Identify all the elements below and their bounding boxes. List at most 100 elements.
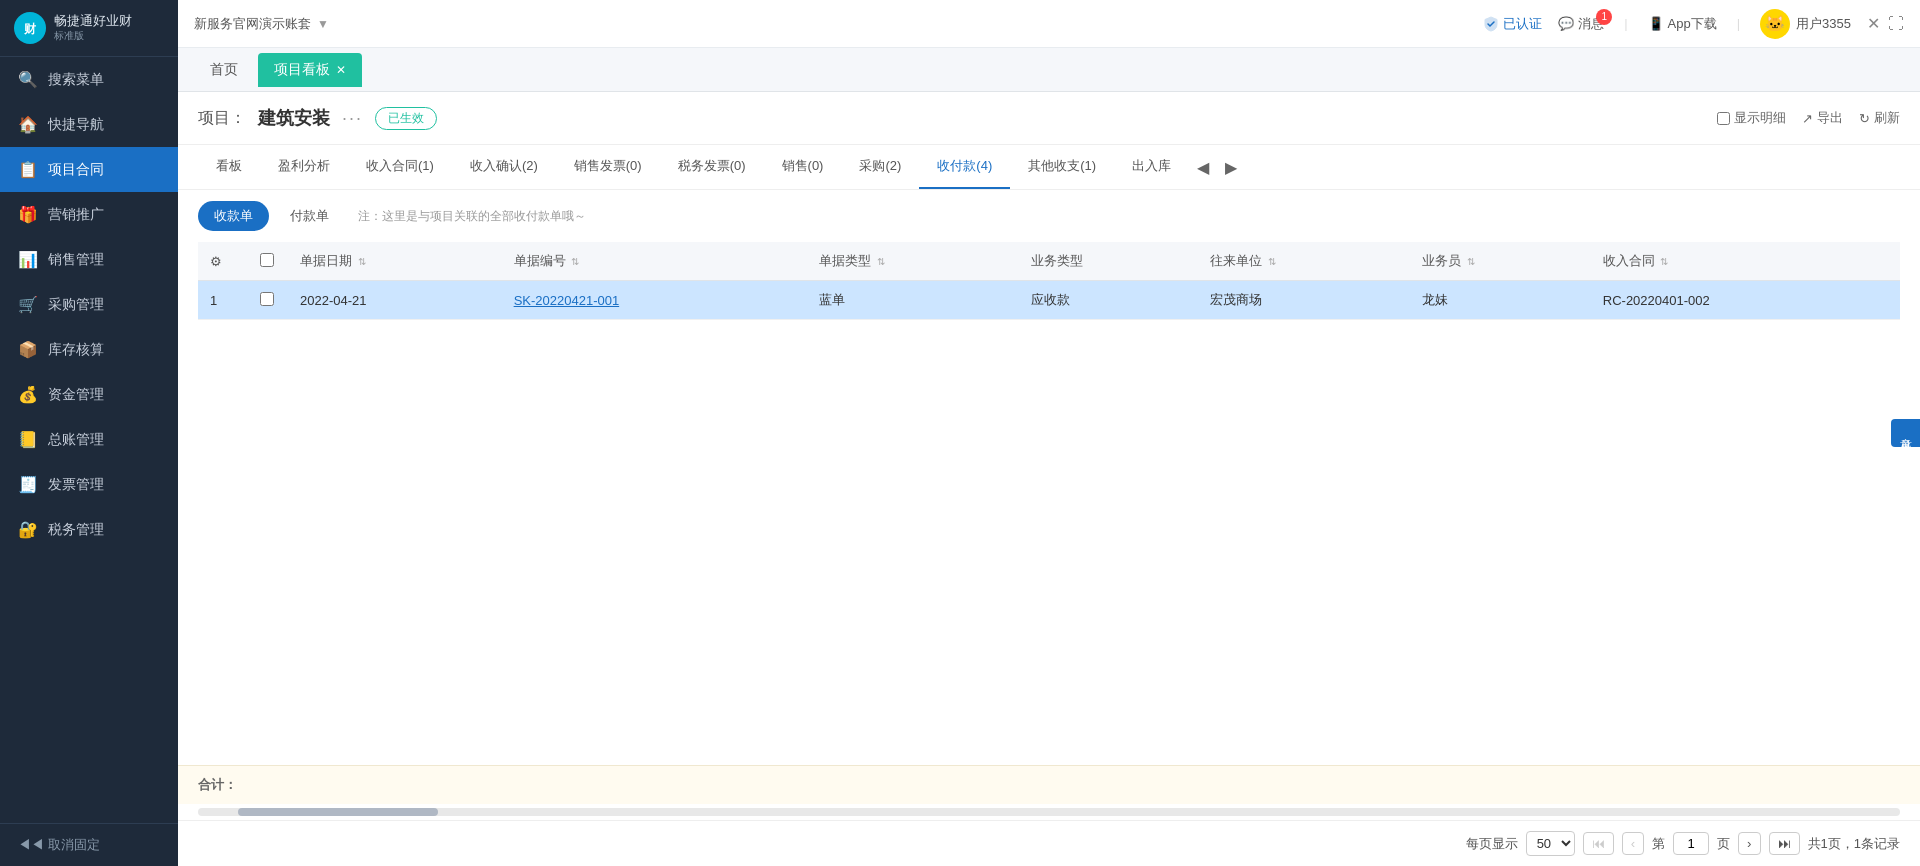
tax-icon: 🔐 [18,520,38,539]
unpin-button[interactable]: ◀◀ 取消固定 [0,823,178,866]
last-page-button[interactable]: ⏭ [1769,832,1800,855]
content-area: 项目： 建筑安装 ··· 已生效 显示明细 ↗ 导出 ↻ 刷新 [178,92,1920,866]
close-button[interactable]: ✕ [1867,14,1880,33]
subnav-income-contract[interactable]: 收入合同(1) [348,145,452,189]
topbar-project[interactable]: 新服务官网演示账套 ▼ [194,15,1467,33]
subnav-purchase[interactable]: 采购(2) [841,145,919,189]
sidebar-item-marketing[interactable]: 🎁 营销推广 [0,192,178,237]
gear-icon[interactable]: ⚙ [210,254,222,269]
sidebar-item-invoice[interactable]: 🧾 发票管理 [0,462,178,507]
show-detail-input[interactable] [1717,112,1730,125]
prev-page-icon: ‹ [1631,836,1635,851]
gift-icon: 🎁 [18,205,38,224]
th-type[interactable]: 单据类型 ⇅ [807,242,1019,281]
subnav-in-out[interactable]: 出入库 [1114,145,1189,189]
select-all-checkbox[interactable] [260,253,274,267]
subnav-next-button[interactable]: ▶ [1217,150,1245,185]
scrollbar-thumb[interactable] [238,808,438,816]
sidebar-item-ledger[interactable]: 📒 总账管理 [0,417,178,462]
pagination-summary: 共1页，1条记录 [1808,835,1900,853]
sidebar-item-quicknav[interactable]: 🏠 快捷导航 [0,102,178,147]
more-options-button[interactable]: ··· [342,108,363,129]
subnav-other-income[interactable]: 其他收支(1) [1010,145,1114,189]
sidebar-item-contract[interactable]: 📋 项目合同 [0,147,178,192]
expand-button[interactable]: ⛶ [1888,15,1904,33]
subnav-kanban[interactable]: 看板 [198,145,260,189]
table-footer: 合计： [178,765,1920,804]
tab-close-icon[interactable]: ✕ [336,63,346,77]
data-table: ⚙ 单据日期 ⇅ 单据编号 ⇅ [198,242,1900,320]
th-partner[interactable]: 往来单位 ⇅ [1198,242,1410,281]
first-page-button[interactable]: ⏮ [1583,832,1614,855]
sidebar-menu: 🔍 搜索菜单 🏠 快捷导航 📋 项目合同 🎁 营销推广 📊 销售管理 🛒 采购管… [0,57,178,823]
document-number-link[interactable]: SK-20220421-001 [514,293,620,308]
first-page-icon: ⏮ [1592,836,1605,851]
subnav-income-confirm[interactable]: 收入确认(2) [452,145,556,189]
topbar-right: 💬 消息 1 | 📱 App下载 | 🐱 用户3355 [1558,9,1851,39]
sidebar-item-label: 资金管理 [48,386,104,404]
sidebar-item-search[interactable]: 🔍 搜索菜单 [0,57,178,102]
app-download-button[interactable]: 📱 App下载 [1648,15,1717,33]
next-page-button[interactable]: › [1738,832,1760,855]
avatar: 🐱 [1760,9,1790,39]
th-number[interactable]: 单据编号 ⇅ [502,242,808,281]
row-checkbox[interactable] [260,292,274,306]
inventory-icon: 📦 [18,340,38,359]
page-suffix: 页 [1717,835,1730,853]
tab-home[interactable]: 首页 [194,53,254,87]
sidebar-item-label: 税务管理 [48,521,104,539]
sidebar-item-funds[interactable]: 💰 资金管理 [0,372,178,417]
sidebar-item-label: 库存核算 [48,341,104,359]
shield-icon [1483,16,1499,32]
prev-page-button[interactable]: ‹ [1622,832,1644,855]
th-gear[interactable]: ⚙ [198,242,248,281]
td-partner: 宏茂商场 [1198,281,1410,320]
user-menu[interactable]: 🐱 用户3355 [1760,9,1851,39]
refresh-button[interactable]: ↻ 刷新 [1859,109,1900,127]
app-download-label: App下载 [1668,15,1717,33]
subnav-prev-button[interactable]: ◀ [1189,150,1217,185]
th-salesperson[interactable]: 业务员 ⇅ [1410,242,1591,281]
project-header: 项目： 建筑安装 ··· 已生效 显示明细 ↗ 导出 ↻ 刷新 [178,92,1920,145]
horizontal-scrollbar[interactable] [198,808,1900,816]
td-biz-type: 应收款 [1019,281,1198,320]
td-checkbox[interactable] [248,281,288,320]
subnav-profit[interactable]: 盈利分析 [260,145,348,189]
inner-tab-receipt[interactable]: 收款单 [198,201,269,231]
table-header-row: ⚙ 单据日期 ⇅ 单据编号 ⇅ [198,242,1900,281]
sidebar-item-purchase[interactable]: 🛒 采购管理 [0,282,178,327]
th-biz-type: 业务类型 [1019,242,1198,281]
sidebar-item-label: 快捷导航 [48,116,104,134]
subnav-receipt[interactable]: 收付款(4) [919,145,1010,189]
td-date: 2022-04-21 [288,281,502,320]
message-button[interactable]: 💬 消息 1 [1558,15,1604,33]
scrollbar-area[interactable] [178,804,1920,820]
feedback-button[interactable]: 意见反馈 [1891,419,1920,447]
subnav-sales[interactable]: 销售(0) [764,145,842,189]
project-status-badge: 已生效 [375,107,437,130]
table-row[interactable]: 1 2022-04-21 SK-20220421-001 蓝单 应收款 宏茂商场… [198,281,1900,320]
per-page-select[interactable]: 50 [1526,831,1575,856]
subnav-sales-invoice[interactable]: 销售发票(0) [556,145,660,189]
search-icon: 🔍 [18,70,38,89]
phone-icon: 📱 [1648,16,1664,31]
subnav-tax-invoice[interactable]: 税务发票(0) [660,145,764,189]
sidebar-item-sales[interactable]: 📊 销售管理 [0,237,178,282]
page-number-input[interactable] [1673,832,1709,855]
divider: | [1624,16,1627,31]
sidebar-item-tax[interactable]: 🔐 税务管理 [0,507,178,552]
td-number[interactable]: SK-20220421-001 [502,281,808,320]
chevron-down-icon[interactable]: ▼ [317,17,329,31]
export-button[interactable]: ↗ 导出 [1802,109,1843,127]
last-page-icon: ⏭ [1778,836,1791,851]
th-date[interactable]: 单据日期 ⇅ [288,242,502,281]
pagination: 每页显示 50 ⏮ ‹ 第 页 › ⏭ 共1页，1条记录 [178,820,1920,866]
tab-board[interactable]: 项目看板 ✕ [258,53,362,87]
th-income-contract[interactable]: 收入合同 ⇅ [1591,242,1900,281]
sidebar-item-inventory[interactable]: 📦 库存核算 [0,327,178,372]
show-detail-checkbox[interactable]: 显示明细 [1717,109,1786,127]
inner-tab-payment[interactable]: 付款单 [273,200,346,232]
total-label: 合计： [198,777,237,792]
app-logo-icon: 财 [14,12,46,44]
sort-icon2: ⇅ [571,256,579,267]
